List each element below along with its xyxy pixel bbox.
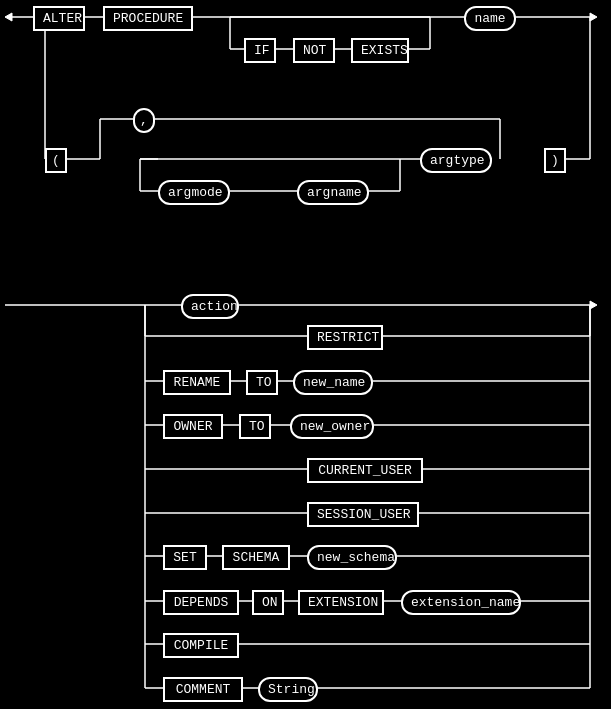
argtype-node: argtype [420,148,492,173]
comma-node: , [133,108,155,133]
name-node: name [464,6,516,31]
extension-node: EXTENSION [298,590,384,615]
session-user-node: SESSION_USER [307,502,419,527]
alter-node: ALTER [33,6,85,31]
procedure-node: PROCEDURE [103,6,193,31]
owner-node: OWNER [163,414,223,439]
restrict-node: RESTRICT [307,325,383,350]
current-user-node: CURRENT_USER [307,458,423,483]
if-node: IF [244,38,276,63]
not-node: NOT [293,38,335,63]
to1-node: TO [246,370,278,395]
bottom-exit-arrow [590,301,597,309]
schema-node: SCHEMA [222,545,290,570]
argname-node: argname [297,180,369,205]
rparen-node: ) [544,148,566,173]
exists-node: EXISTS [351,38,409,63]
comment-node: COMMENT [163,677,243,702]
on-node: ON [252,590,284,615]
new-owner-node: new_owner [290,414,374,439]
depends-node: DEPENDS [163,590,239,615]
compile-node: COMPILE [163,633,239,658]
argmode-node: argmode [158,180,230,205]
rename-node: RENAME [163,370,231,395]
string-node: String [258,677,318,702]
to2-node: TO [239,414,271,439]
lparen-node: ( [45,148,67,173]
new-name-node: new_name [293,370,373,395]
action-node: action [181,294,239,319]
extension-name-node: extension_name [401,590,521,615]
entry-arrow [5,13,12,21]
new-schema-node: new_schema [307,545,397,570]
set-node: SET [163,545,207,570]
top-exit-arrow [590,13,597,21]
railroad-diagram: ALTER PROCEDURE name IF NOT EXISTS , ( a… [0,0,611,709]
